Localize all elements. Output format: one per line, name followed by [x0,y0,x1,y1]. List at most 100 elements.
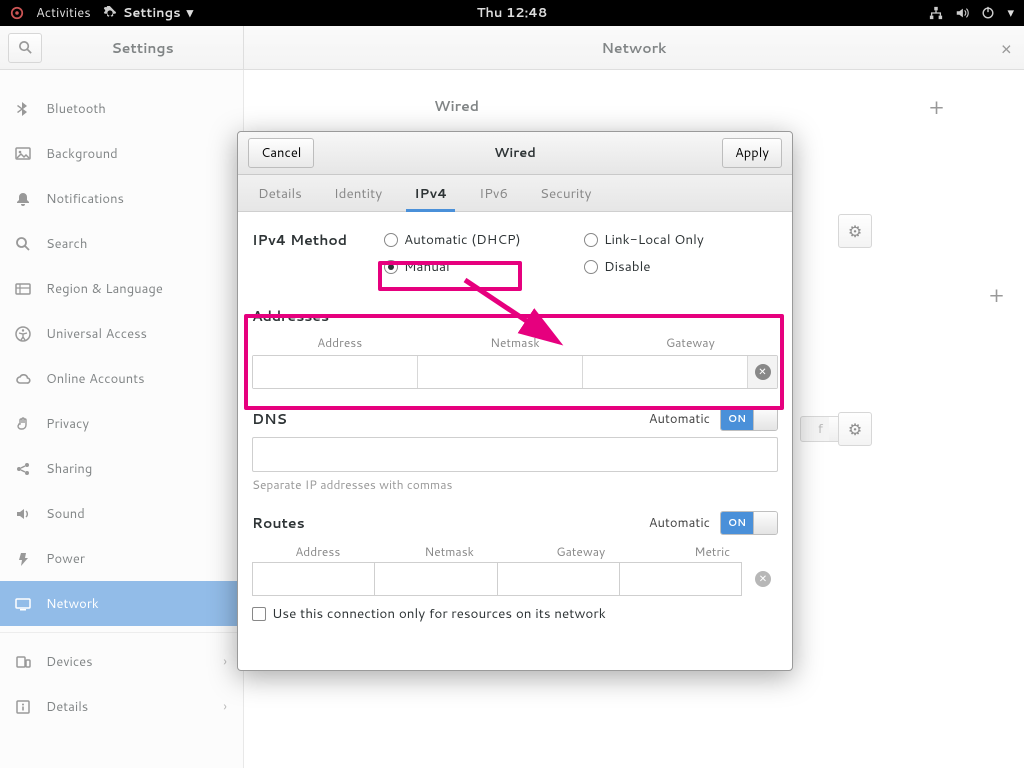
add-wired-button[interactable]: + [929,92,944,123]
power-icon [14,551,32,567]
routes-column-headers: Address Netmask Gateway Metric [252,541,778,562]
search-icon [18,40,33,55]
cancel-button[interactable]: Cancel [248,138,314,168]
sidebar-item-label: Sound [46,505,85,523]
method-automatic-option[interactable]: Automatic (DHCP) [378,226,578,253]
dialog-headerbar: Cancel Wired Apply [238,132,792,175]
addresses-column-headers: Address Netmask Gateway [252,330,778,355]
gateway-input[interactable] [583,356,747,388]
sidebar-item-background[interactable]: Background [0,131,243,176]
sidebar-item-universal-access[interactable]: Universal Access [0,311,243,356]
sidebar-item-online-accounts[interactable]: Online Accounts [0,356,243,401]
tab-identity[interactable]: Identity [318,175,398,211]
routes-row: ✕ [252,562,778,596]
gear-icon: ⚙ [848,418,862,441]
background-icon [14,146,32,162]
search-icon [14,236,32,252]
sidebar-item-label: Network [46,595,99,613]
sidebar-item-notifications[interactable]: Notifications [0,176,243,221]
sidebar-item-label: Bluetooth [46,100,106,118]
sidebar-item-power[interactable]: Power [0,536,243,581]
tab-details[interactable]: Details [242,175,318,211]
accessibility-icon [14,326,32,342]
sidebar-item-privacy[interactable]: Privacy [0,401,243,446]
sidebar-item-devices[interactable]: Devices › [0,639,243,684]
globe-icon [14,281,32,297]
radio-icon [384,260,398,274]
dns-hint: Separate IP addresses with commas [252,476,778,493]
connection-settings-gear-button[interactable]: ⚙ [838,412,872,446]
sidebar-item-sound[interactable]: Sound [0,491,243,536]
system-status-area[interactable]: ▾ [929,4,1014,22]
sidebar-item-region-language[interactable]: Region & Language [0,266,243,311]
settings-sidebar: Bluetooth Background Notifications SearchRe… [0,70,244,768]
sidebar-item-network[interactable]: Network [0,581,243,626]
hand-icon [14,416,32,432]
radio-icon [384,233,398,247]
chevron-right-icon: › [223,653,227,671]
sidebar-item-label: Online Accounts [46,370,145,388]
address-input[interactable] [253,356,418,388]
bluetooth-icon [14,101,32,117]
radio-icon [584,260,598,274]
add-connection-button[interactable]: + [989,280,1004,311]
cloud-icon [14,371,32,387]
sidebar-item-label: Details [46,698,88,716]
window-close-button[interactable]: × [1001,35,1012,61]
sidebar-item-label: Universal Access [46,325,147,343]
method-manual-option[interactable]: Manual [378,253,578,280]
addresses-section-title: Addresses [252,306,778,326]
chevron-down-icon: ▾ [1007,4,1014,22]
clock[interactable]: Thu 12:48 [477,4,548,22]
wired-section-title: Wired [434,96,964,116]
settings-app-icon [103,6,117,20]
dns-input[interactable] [252,437,778,472]
search-button[interactable] [8,33,42,63]
bell-icon [14,191,32,207]
sidebar-item-label: Background [46,145,118,163]
volume-icon [955,6,969,20]
wired-settings-gear-button[interactable]: ⚙ [838,214,872,248]
tab-ipv4[interactable]: IPv4 [398,175,463,211]
network-icon [14,596,32,612]
routes-section-title: Routes [252,513,305,533]
ipv4-settings-pane: IPv4 Method Automatic (DHCP) Link-Local … [238,212,792,670]
delete-icon: ✕ [755,571,771,587]
route-metric-input[interactable] [620,562,742,596]
app-menu[interactable]: Settings ▾ [103,4,193,22]
gnome-topbar: Activities Settings ▾ Thu 12:48 ▾ [0,0,1024,26]
activities-button[interactable]: Activities [36,4,91,22]
netmask-input[interactable] [418,356,583,388]
tab-ipv6[interactable]: IPv6 [463,175,524,211]
route-gateway-input[interactable] [498,562,620,596]
dns-section-title: DNS [252,409,287,429]
routes-automatic-switch[interactable]: ON [720,511,778,535]
method-linklocal-option[interactable]: Link-Local Only [578,226,778,253]
sidebar-item-bluetooth[interactable]: Bluetooth [0,86,243,131]
tab-security[interactable]: Security [524,175,607,211]
delete-address-button[interactable]: ✕ [747,356,777,388]
sidebar-item-label: Devices [46,653,93,671]
power-icon [981,6,995,20]
radio-icon [584,233,598,247]
dns-automatic-switch[interactable]: ON [720,407,778,431]
activities-icon [10,6,24,20]
route-netmask-input[interactable] [375,562,497,596]
network-status-icon [929,6,943,20]
apply-button[interactable]: Apply [722,138,782,168]
wired-settings-dialog: Cancel Wired Apply DetailsIdentityIPv4IP… [237,131,793,671]
delete-icon: ✕ [755,364,771,380]
dns-automatic-label: Automatic [649,410,710,428]
method-disable-option[interactable]: Disable [578,253,778,280]
delete-route-button[interactable]: ✕ [748,562,778,596]
sidebar-item-label: Power [46,550,85,568]
devices-icon [14,654,32,670]
gear-icon: ⚙ [848,220,862,243]
route-address-input[interactable] [252,562,375,596]
settings-title: Settings [42,38,243,58]
sidebar-item-details[interactable]: Details› [0,684,243,729]
only-resources-checkbox[interactable] [252,607,266,621]
sidebar-item-sharing[interactable]: Sharing [0,446,243,491]
sidebar-item-label: Notifications [46,190,124,208]
sidebar-item-search[interactable]: Search [0,221,243,266]
